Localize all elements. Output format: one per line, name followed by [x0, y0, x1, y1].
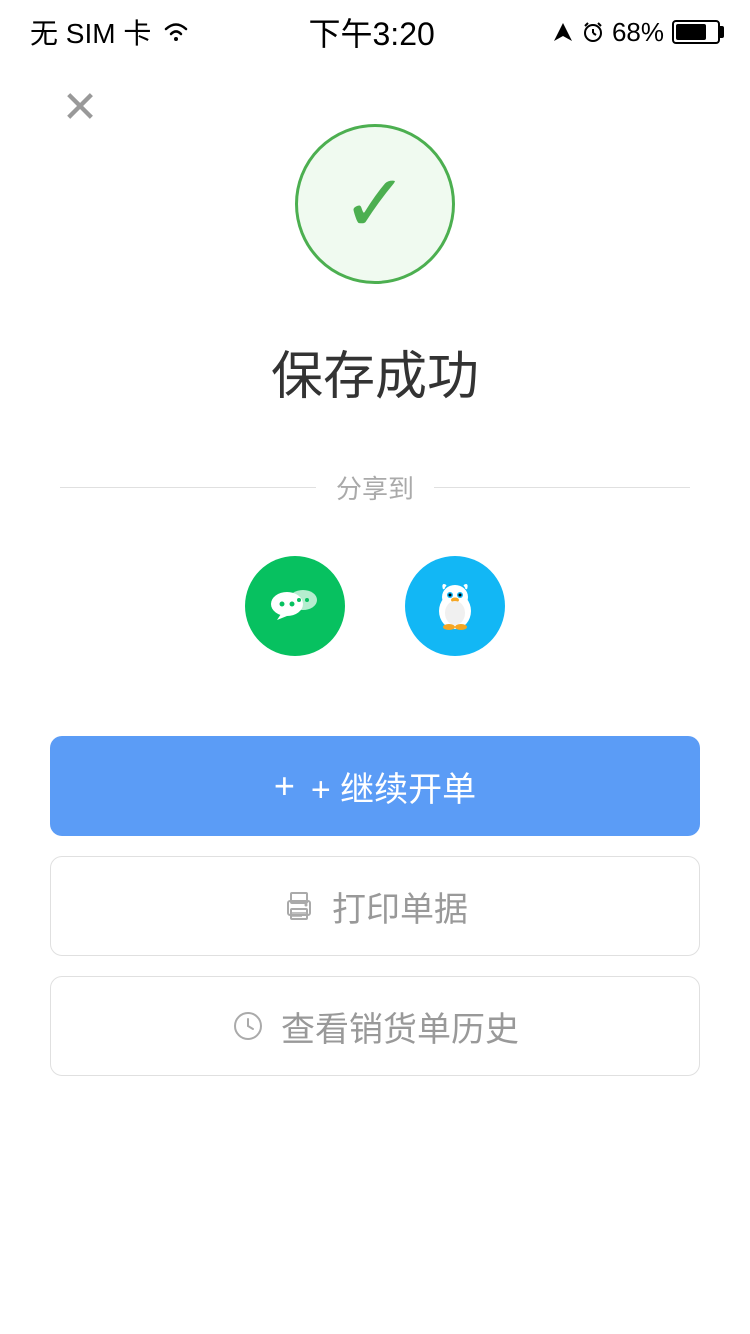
buttons-section: + + 继续开单 打印单据 查看销货单历史 — [0, 736, 750, 1076]
share-label: 分享到 — [336, 469, 414, 506]
print-label: 打印单据 — [332, 882, 468, 931]
history-label: 查看销货单历史 — [281, 1002, 519, 1051]
location-icon — [552, 21, 574, 43]
status-right: 68% — [552, 17, 720, 48]
success-title: 保存成功 — [271, 334, 479, 409]
divider-line-left — [60, 487, 316, 488]
status-time: 下午3:20 — [309, 9, 435, 55]
printer-icon — [282, 889, 316, 923]
sim-status: 无 SIM 卡 — [30, 12, 151, 52]
main-content: ✓ 保存成功 分享到 — [0, 64, 750, 1076]
divider-line-right — [434, 487, 690, 488]
close-button[interactable]: ✕ — [50, 78, 110, 138]
status-left: 无 SIM 卡 — [30, 12, 191, 52]
history-button[interactable]: 查看销货单历史 — [50, 976, 700, 1076]
continue-label: + 继续开单 — [311, 762, 476, 811]
history-icon — [231, 1009, 265, 1043]
share-divider: 分享到 — [0, 469, 750, 506]
battery-icon — [672, 20, 720, 44]
success-circle: ✓ — [295, 124, 455, 284]
qq-logo — [428, 579, 483, 634]
checkmark-icon: ✓ — [341, 164, 408, 244]
wechat-share-button[interactable] — [245, 556, 345, 656]
qq-share-button[interactable] — [405, 556, 505, 656]
wifi-icon — [161, 21, 191, 43]
continue-button[interactable]: + + 继续开单 — [50, 736, 700, 836]
alarm-icon — [582, 21, 604, 43]
status-bar: 无 SIM 卡 下午3:20 68% — [0, 0, 750, 64]
wechat-logo — [265, 576, 325, 636]
close-icon: ✕ — [62, 86, 99, 130]
share-icons — [245, 556, 505, 656]
battery-percent: 68% — [612, 17, 664, 48]
continue-plus-icon: + — [274, 765, 295, 807]
print-button[interactable]: 打印单据 — [50, 856, 700, 956]
